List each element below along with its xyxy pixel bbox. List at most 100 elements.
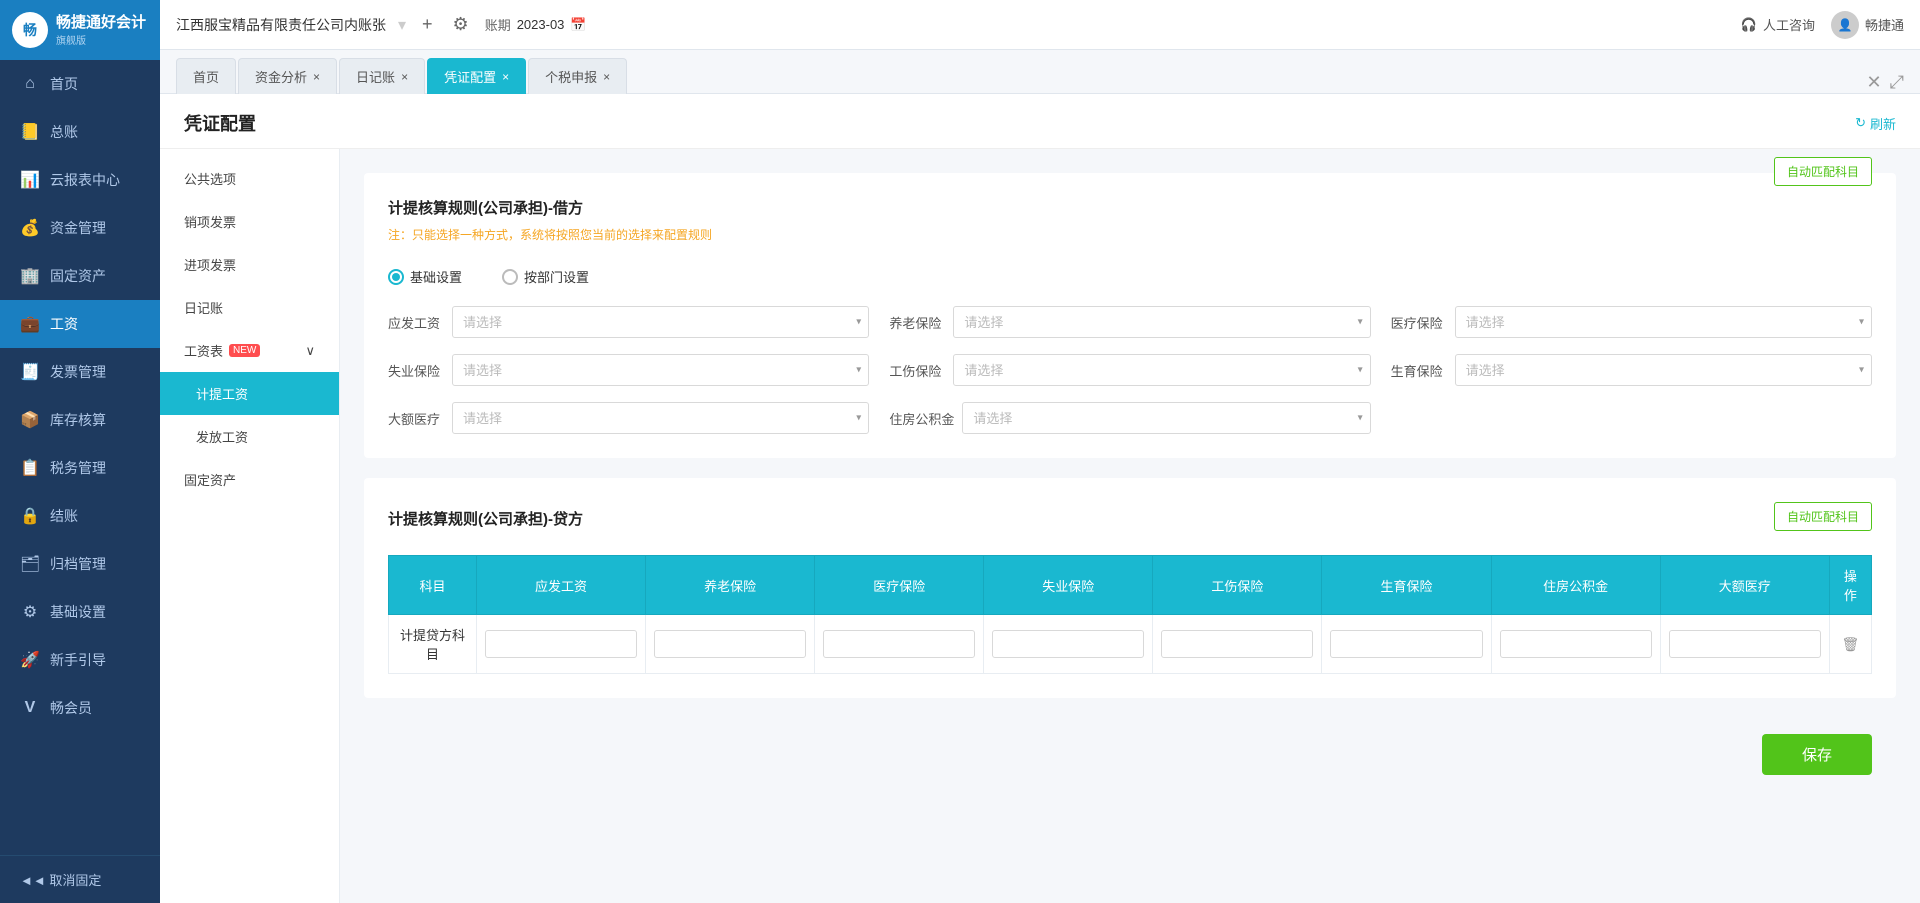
user-info[interactable]: 👤 畅捷通 bbox=[1831, 11, 1904, 39]
input-daly[interactable] bbox=[1669, 630, 1821, 658]
cell-sybx[interactable] bbox=[984, 615, 1153, 674]
input-gjj[interactable] bbox=[1500, 630, 1652, 658]
logo-sub: 旗舰版 bbox=[56, 32, 146, 47]
label-gjj: 住房公积金 bbox=[889, 409, 954, 428]
select-ylbx2-wrap: 请选择 ▾ bbox=[1455, 306, 1872, 338]
add-button[interactable]: + bbox=[418, 10, 437, 39]
new-badge: NEW bbox=[229, 344, 260, 357]
close-window-button[interactable]: ✕ bbox=[1867, 72, 1882, 93]
sidebar-item-salary[interactable]: 💼 工资 bbox=[0, 300, 160, 348]
section1-note: 注：只能选择一种方式，系统将按照您当前的选择来配置规则 bbox=[388, 226, 1774, 243]
label-ylbx2: 医疗保险 bbox=[1391, 313, 1447, 332]
tab-voucher[interactable]: 凭证配置 × bbox=[427, 58, 526, 94]
radio-basic-circle bbox=[388, 269, 404, 285]
menu-journal[interactable]: 日记账 bbox=[160, 286, 339, 329]
menu-salary-table[interactable]: 工资表 NEW ∨ bbox=[160, 329, 339, 372]
menu-pay[interactable]: 发放工资 bbox=[160, 415, 339, 458]
sidebar-item-finance[interactable]: 💰 资金管理 bbox=[0, 204, 160, 252]
sidebar-item-archive[interactable]: 🗂 归档管理 bbox=[0, 540, 160, 588]
tab-journal-close[interactable]: × bbox=[401, 70, 408, 84]
menu-sales[interactable]: 销项发票 bbox=[160, 200, 339, 243]
select-ylbx-wrap: 请选择 ▾ bbox=[953, 306, 1370, 338]
cell-ylbx[interactable] bbox=[646, 615, 815, 674]
tab-home[interactable]: 首页 bbox=[176, 58, 236, 94]
sidebar-item-close[interactable]: 🔒 结账 bbox=[0, 492, 160, 540]
menu-purchase[interactable]: 进项发票 bbox=[160, 243, 339, 286]
auto-match-button-1[interactable]: 自动匹配科目 bbox=[1774, 157, 1872, 186]
delete-row-button[interactable]: 🗑 bbox=[1842, 636, 1860, 652]
input-sybx2[interactable] bbox=[1330, 630, 1482, 658]
sidebar-item-settings[interactable]: ⚙ 基础设置 bbox=[0, 588, 160, 636]
table-header-row: 科目 应发工资 养老保险 医疗保险 失业保险 工伤保险 生育保险 住房公积金 大… bbox=[389, 556, 1872, 615]
radio-dept[interactable]: 按部门设置 bbox=[502, 267, 589, 286]
tab-tax[interactable]: 个税申报 × bbox=[528, 58, 627, 94]
calendar-icon[interactable]: 📅 bbox=[570, 17, 586, 33]
input-sybx[interactable] bbox=[992, 630, 1144, 658]
home-icon: ⌂ bbox=[20, 75, 40, 93]
sidebar-unpin[interactable]: ◄◄ 取消固定 bbox=[0, 855, 160, 903]
period-value[interactable]: 2023-03 bbox=[517, 17, 565, 32]
select-sybx[interactable]: 请选择 bbox=[452, 354, 869, 386]
menu-fixed[interactable]: 固定资产 bbox=[160, 458, 339, 501]
input-gsbx[interactable] bbox=[1161, 630, 1313, 658]
page: 凭证配置 ↻ 刷新 公共选项 销项发票 进项发票 日记账 bbox=[160, 94, 1920, 903]
cell-gjj[interactable] bbox=[1491, 615, 1660, 674]
tab-voucher-close[interactable]: × bbox=[502, 70, 509, 84]
select-yfgz-wrap: 请选择 ▾ bbox=[452, 306, 869, 338]
select-yfgz[interactable]: 请选择 bbox=[452, 306, 869, 338]
refresh-icon: ↻ bbox=[1855, 115, 1866, 131]
select-sybx2[interactable]: 请选择 bbox=[1455, 354, 1872, 386]
fullscreen-button[interactable]: ⤢ bbox=[1890, 72, 1904, 93]
company-name[interactable]: 江西服宝精品有限责任公司内账张 bbox=[176, 15, 386, 35]
sidebar-item-label: 税务管理 bbox=[50, 458, 106, 478]
cell-yfgz[interactable] bbox=[476, 615, 645, 674]
input-ylbx[interactable] bbox=[654, 630, 806, 658]
sidebar-item-vip[interactable]: V 畅会员 bbox=[0, 684, 160, 732]
sidebar: 畅 畅捷通好会计 旗舰版 ⌂ 首页 📒 总账 📊 云报表中心 💰 资金管理 🏢 … bbox=[0, 0, 160, 903]
radio-basic[interactable]: 基础设置 bbox=[388, 267, 462, 286]
sidebar-item-assets[interactable]: 🏢 固定资产 bbox=[0, 252, 160, 300]
inventory-icon: 📦 bbox=[20, 410, 40, 430]
label-gsbx: 工伤保险 bbox=[889, 361, 945, 380]
cell-daly[interactable] bbox=[1660, 615, 1829, 674]
cell-ylbx2[interactable] bbox=[815, 615, 984, 674]
sidebar-nav: ⌂ 首页 📒 总账 📊 云报表中心 💰 资金管理 🏢 固定资产 💼 工资 🧾 发… bbox=[0, 60, 160, 855]
sidebar-item-tax[interactable]: 📋 税务管理 bbox=[0, 444, 160, 492]
row-label: 计提贷方科目 bbox=[389, 615, 477, 674]
select-sybx2-wrap: 请选择 ▾ bbox=[1455, 354, 1872, 386]
sidebar-item-inventory[interactable]: 📦 库存核算 bbox=[0, 396, 160, 444]
sidebar-item-guide[interactable]: 🚀 新手引导 bbox=[0, 636, 160, 684]
cell-action[interactable]: 🗑 bbox=[1829, 615, 1871, 674]
dropdown-icon[interactable]: ▾ bbox=[398, 15, 406, 35]
input-yfgz[interactable] bbox=[485, 630, 637, 658]
sidebar-item-ledger[interactable]: 📒 总账 bbox=[0, 108, 160, 156]
select-ylbx2[interactable]: 请选择 bbox=[1455, 306, 1872, 338]
select-ylbx[interactable]: 请选择 bbox=[953, 306, 1370, 338]
select-gjj[interactable]: 请选择 bbox=[962, 402, 1370, 434]
select-gsbx[interactable]: 请选择 bbox=[953, 354, 1370, 386]
field-ylbx2: 医疗保险 请选择 ▾ bbox=[1391, 306, 1872, 338]
menu-public[interactable]: 公共选项 bbox=[160, 157, 339, 200]
tab-finance-close[interactable]: × bbox=[313, 70, 320, 84]
auto-match-button-2[interactable]: 自动匹配科目 bbox=[1774, 502, 1872, 531]
th-ylbx: 养老保险 bbox=[646, 556, 815, 615]
field-yfgz: 应发工资 请选择 ▾ bbox=[388, 306, 869, 338]
cell-sybx2[interactable] bbox=[1322, 615, 1491, 674]
label-sybx2: 生育保险 bbox=[1391, 361, 1447, 380]
save-button[interactable]: 保存 bbox=[1762, 734, 1872, 775]
tab-journal[interactable]: 日记账 × bbox=[339, 58, 425, 94]
sidebar-item-home[interactable]: ⌂ 首页 bbox=[0, 60, 160, 108]
tab-finance[interactable]: 资金分析 × bbox=[238, 58, 337, 94]
input-ylbx2[interactable] bbox=[823, 630, 975, 658]
settings-button[interactable]: ⚙ bbox=[449, 10, 473, 39]
sidebar-item-label: 结账 bbox=[50, 506, 78, 526]
refresh-button[interactable]: ↻ 刷新 bbox=[1855, 114, 1896, 133]
sidebar-item-reports[interactable]: 📊 云报表中心 bbox=[0, 156, 160, 204]
menu-jiti[interactable]: 计提工资 bbox=[160, 372, 339, 415]
consult-button[interactable]: 🎧 人工咨询 bbox=[1741, 15, 1815, 34]
tab-tax-close[interactable]: × bbox=[603, 70, 610, 84]
sidebar-item-invoice[interactable]: 🧾 发票管理 bbox=[0, 348, 160, 396]
select-daly[interactable]: 请选择 bbox=[452, 402, 869, 434]
cell-gsbx[interactable] bbox=[1153, 615, 1322, 674]
form-grid: 应发工资 请选择 ▾ 养老保险 bbox=[388, 306, 1872, 434]
